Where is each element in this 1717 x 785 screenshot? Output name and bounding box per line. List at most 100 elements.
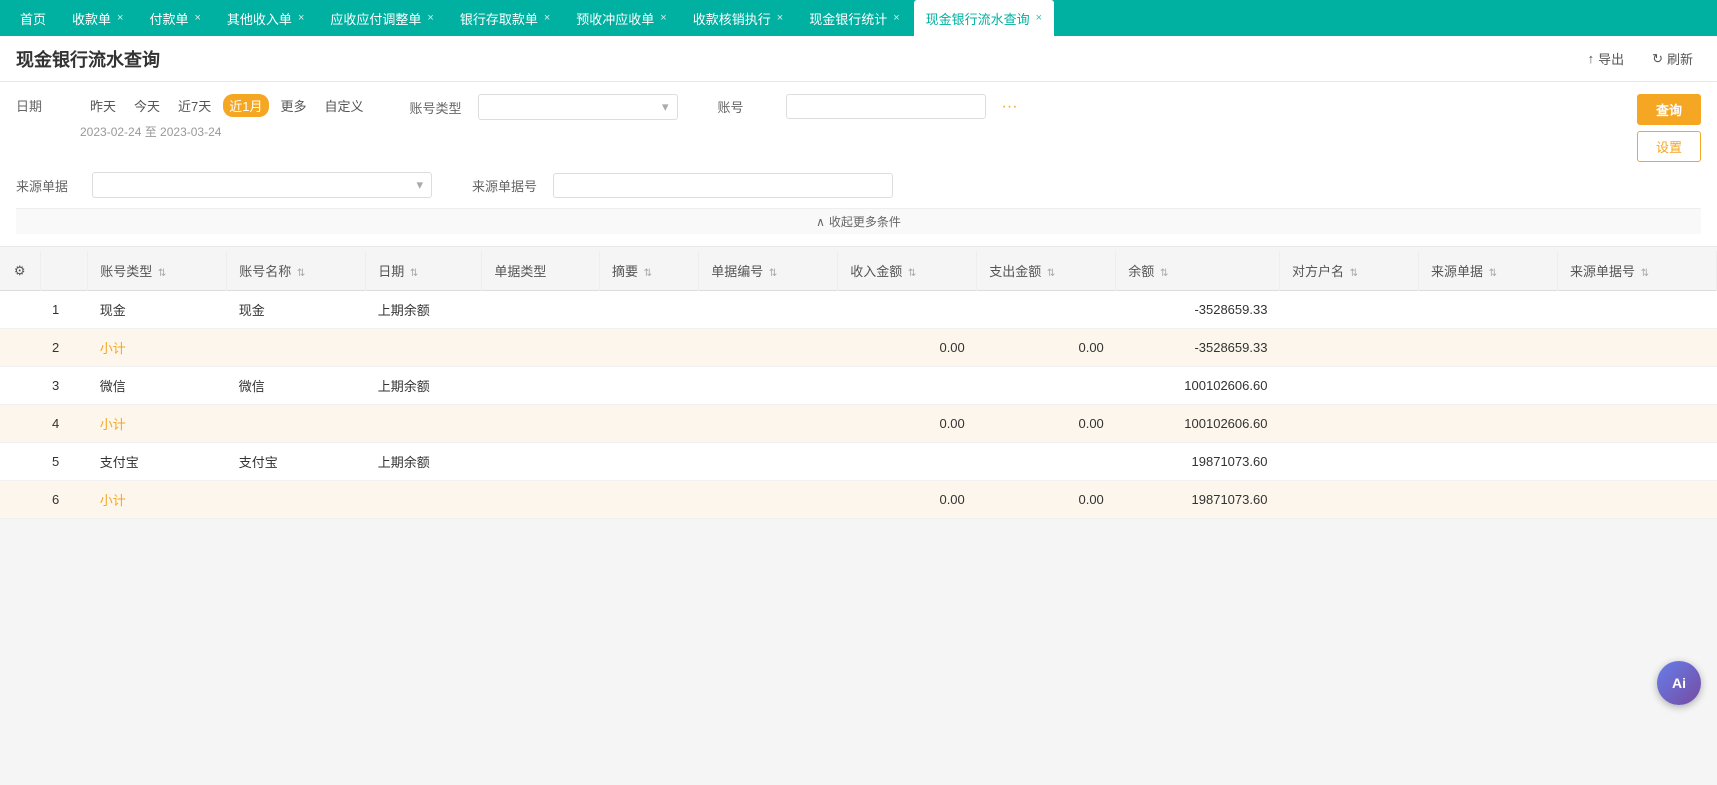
source-doc-no-label: 来源单据号	[472, 176, 537, 195]
refresh-button[interactable]: ↻ 刷新	[1644, 45, 1701, 72]
table-cell: 0.00	[838, 481, 977, 519]
close-tab-bank-stat[interactable]: ×	[893, 12, 899, 24]
table-row[interactable]: 1现金现金上期余额-3528659.33	[0, 291, 1717, 329]
collapse-bar[interactable]: ∧ 收起更多条件	[16, 208, 1701, 234]
col-settings-header[interactable]: ⚙	[0, 251, 40, 291]
table-cell	[1418, 481, 1557, 519]
col-account-type-header[interactable]: 账号类型 ⇅	[88, 251, 227, 291]
table-cell: 支付宝	[227, 443, 366, 481]
table-cell	[599, 367, 698, 405]
date-btn-1month[interactable]: 近1月	[223, 94, 268, 117]
col-counterparty-header[interactable]: 对方户名 ⇅	[1279, 251, 1418, 291]
source-doc-no-input[interactable]	[562, 178, 884, 193]
query-button[interactable]: 查询	[1637, 94, 1701, 125]
sort-icon: ⇅	[644, 268, 652, 279]
col-summary-header[interactable]: 摘要 ⇅	[599, 251, 698, 291]
source-doc-label: 来源单据	[16, 176, 76, 195]
table-cell	[1279, 405, 1418, 443]
tab-bank-deposit[interactable]: 银行存取款单 ×	[448, 0, 562, 36]
date-shortcuts: 昨天 今天 近7天 近1月 更多 自定义	[84, 94, 370, 117]
close-tab-ar-adjust[interactable]: ×	[427, 12, 433, 24]
table-cell	[1557, 405, 1716, 443]
table-cell: 1	[40, 291, 88, 329]
tab-payment[interactable]: 付款单 ×	[137, 0, 212, 36]
close-tab-bank-deposit[interactable]: ×	[544, 12, 550, 24]
col-doc-no-header[interactable]: 单据编号 ⇅	[699, 251, 838, 291]
close-tab-other-income[interactable]: ×	[298, 12, 304, 24]
table-cell	[1557, 291, 1716, 329]
tab-ar-adjust[interactable]: 应收应付调整单 ×	[318, 0, 445, 36]
table-cell: 小计	[88, 405, 227, 443]
account-type-filter-group: 账号类型 ▾	[410, 94, 678, 120]
table-row[interactable]: 3微信微信上期余额100102606.60	[0, 367, 1717, 405]
tab-prepay[interactable]: 预收冲应收单 ×	[564, 0, 678, 36]
table-cell: 0.00	[838, 329, 977, 367]
table-cell: 小计	[88, 329, 227, 367]
table-cell	[838, 443, 977, 481]
table-row[interactable]: 4小计0.000.00100102606.60	[0, 405, 1717, 443]
account-input-wrapper	[786, 94, 986, 119]
date-btn-today[interactable]: 今天	[128, 94, 166, 117]
settings-button[interactable]: 设置	[1637, 131, 1701, 162]
source-doc-select[interactable]: ▾	[92, 172, 432, 198]
table-cell: 上期余额	[366, 367, 482, 405]
table-cell	[482, 291, 600, 329]
col-no-header	[40, 251, 88, 291]
settings-icon[interactable]: ⚙	[14, 263, 26, 278]
table-cell	[699, 329, 838, 367]
date-btn-yesterday[interactable]: 昨天	[84, 94, 122, 117]
more-dots-button[interactable]: ···	[994, 98, 1026, 116]
nav-home[interactable]: 首页	[8, 0, 58, 36]
table-cell: 0.00	[977, 405, 1116, 443]
sort-icon: ⇅	[908, 268, 916, 279]
date-btn-more[interactable]: 更多	[275, 94, 313, 117]
tab-verify[interactable]: 收款核销执行 ×	[681, 0, 795, 36]
table-cell	[1418, 329, 1557, 367]
table-cell	[699, 481, 838, 519]
main-table: ⚙ 账号类型 ⇅ 账号名称 ⇅ 日期 ⇅ 单据类型	[0, 251, 1717, 519]
col-account-name-header[interactable]: 账号名称 ⇅	[227, 251, 366, 291]
close-tab-payment[interactable]: ×	[194, 12, 200, 24]
table-cell	[838, 367, 977, 405]
table-cell: 小计	[88, 481, 227, 519]
table-cell: 上期余额	[366, 291, 482, 329]
close-tab-receipt[interactable]: ×	[117, 12, 123, 24]
table-cell	[1557, 367, 1716, 405]
sort-icon: ⇅	[410, 268, 418, 279]
table-row[interactable]: 5支付宝支付宝上期余额19871073.60	[0, 443, 1717, 481]
table-row[interactable]: 2小计0.000.00-3528659.33	[0, 329, 1717, 367]
ai-assistant-badge[interactable]: Ai	[1657, 661, 1701, 705]
date-btn-7days[interactable]: 近7天	[172, 94, 217, 117]
close-tab-prepay[interactable]: ×	[660, 12, 666, 24]
tab-other-income[interactable]: 其他收入单 ×	[215, 0, 316, 36]
date-btn-custom[interactable]: 自定义	[319, 94, 370, 117]
table-row[interactable]: 6小计0.000.0019871073.60	[0, 481, 1717, 519]
col-expense-header[interactable]: 支出金额 ⇅	[977, 251, 1116, 291]
table-cell	[482, 405, 600, 443]
col-date-header[interactable]: 日期 ⇅	[366, 251, 482, 291]
account-input[interactable]	[795, 99, 977, 114]
tab-bank-flow[interactable]: 现金银行流水查询 ×	[914, 0, 1054, 36]
table-cell	[977, 291, 1116, 329]
tab-bank-stat[interactable]: 现金银行统计 ×	[797, 0, 911, 36]
export-button[interactable]: ↑ 导出	[1580, 45, 1633, 72]
tab-receipt[interactable]: 收款单 ×	[60, 0, 135, 36]
col-source-doc-header[interactable]: 来源单据 ⇅	[1418, 251, 1557, 291]
table-cell	[1418, 443, 1557, 481]
table-cell	[599, 443, 698, 481]
col-income-header[interactable]: 收入金额 ⇅	[838, 251, 977, 291]
account-type-select[interactable]: ▾	[478, 94, 678, 120]
table-cell	[977, 443, 1116, 481]
table-cell: 上期余额	[366, 443, 482, 481]
table-cell	[0, 367, 40, 405]
sort-icon: ⇅	[1047, 268, 1055, 279]
account-type-filter-row: 账号类型 ▾	[410, 94, 678, 120]
filter-section: 日期 昨天 今天 近7天 近1月 更多 自定义 2023-02-24 至 202…	[16, 94, 1701, 162]
table-cell	[366, 405, 482, 443]
col-balance-header[interactable]: 余额 ⇅	[1116, 251, 1280, 291]
col-source-doc-no-header[interactable]: 来源单据号 ⇅	[1557, 251, 1716, 291]
table-cell: 19871073.60	[1116, 443, 1280, 481]
close-tab-bank-flow[interactable]: ×	[1036, 12, 1042, 24]
close-tab-verify[interactable]: ×	[777, 12, 783, 24]
table-cell	[0, 329, 40, 367]
